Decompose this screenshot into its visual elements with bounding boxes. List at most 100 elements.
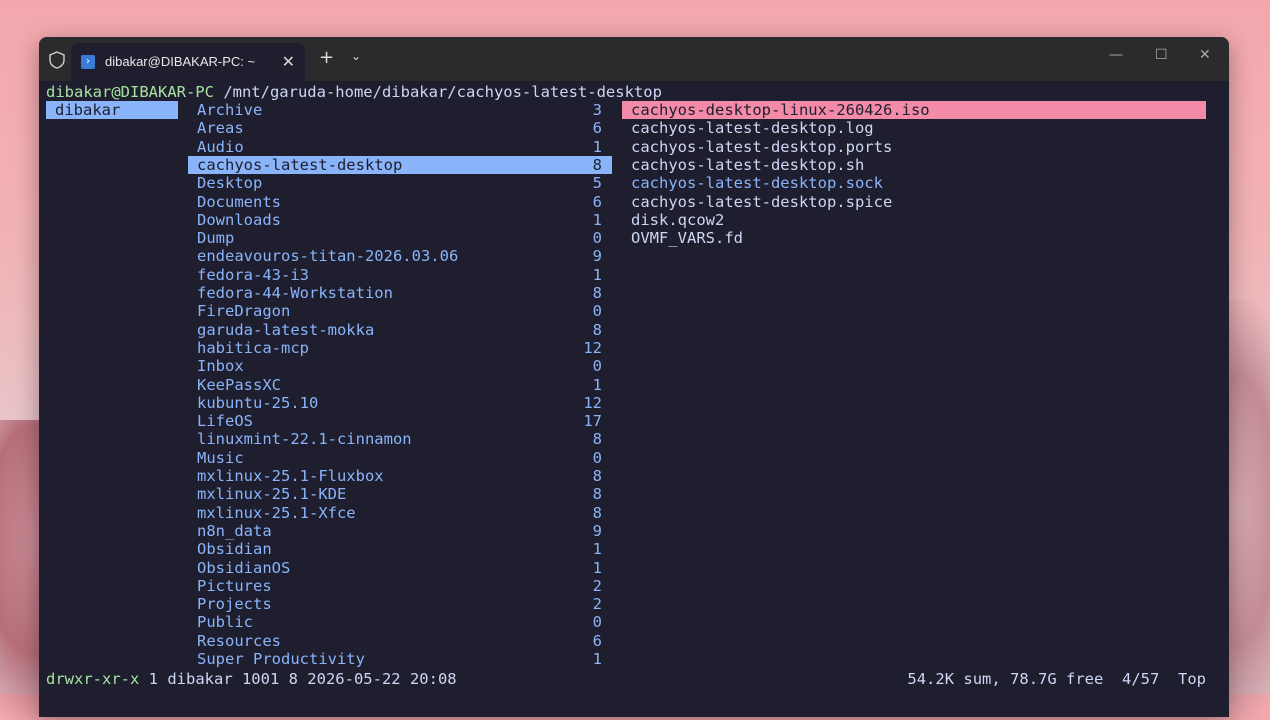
tab-terminal[interactable]: › dibakar@DIBAKAR-PC: ~ ✕ [71,43,305,81]
dir-name: mxlinux-25.1-Fluxbox [197,467,384,485]
item-count: 6 [592,119,602,138]
list-item[interactable]: Inbox 0 [188,357,612,375]
list-item[interactable]: Areas 6 [188,119,612,137]
item-count: 12 [583,338,602,357]
list-item[interactable]: n8n_data 9 [188,522,612,540]
dir-name: Obsidian [197,540,272,559]
file-info: 1 dibakar 1001 8 2026-05-22 20:08 [139,670,457,688]
list-item[interactable]: OVMF_VARS.fd [622,229,1206,247]
dir-name: mxlinux-25.1-KDE [197,485,347,504]
list-item[interactable]: cachyos-latest-desktop.sh [622,156,1206,174]
list-item[interactable]: Archive 3 [188,101,612,119]
list-item[interactable]: Downloads 1 [188,211,612,229]
dir-name: n8n_data [197,521,272,540]
list-item[interactable]: cachyos-desktop-linux-260426.iso [622,101,1206,120]
item-count: 8 [592,284,602,302]
list-item[interactable]: FireDragon 0 [188,302,612,320]
dir-name: Pictures [197,576,272,595]
item-count: 1 [592,375,602,394]
list-item[interactable]: ObsidianOS 1 [188,559,612,577]
list-item[interactable]: kubuntu-25.10 12 [188,394,612,412]
dir-name: habitica-mcp [197,338,309,357]
dir-name: Inbox [197,357,244,376]
item-count: 17 [583,412,602,431]
powershell-icon: › [81,55,95,69]
status-bar: drwxr-xr-x 1 dibakar 1001 8 2026-05-22 2… [46,670,1206,688]
dir-name: Audio [197,137,244,156]
item-count: 1 [592,137,602,156]
list-item[interactable]: cachyos-latest-desktop.ports [622,138,1206,156]
list-item[interactable]: cachyos-latest-desktop.sock [622,174,1206,192]
list-item[interactable]: Pictures 2 [188,577,612,595]
dir-name: ObsidianOS [197,558,291,577]
item-count: 2 [592,595,602,614]
list-item[interactable]: Dump 0 [188,229,612,247]
list-item[interactable]: fedora-44-Workstation 8 [188,284,612,302]
dir-name: mxlinux-25.1-Xfce [197,503,356,522]
list-item[interactable]: mxlinux-25.1-Fluxbox 8 [188,467,612,485]
dir-name: kubuntu-25.10 [197,393,319,412]
list-item[interactable]: Music 0 [188,449,612,467]
item-count: 1 [592,558,602,577]
terminal-content[interactable]: dibakar@DIBAKAR-PC /mnt/garuda-home/diba… [39,81,1229,717]
dir-name: Resources [197,631,281,650]
item-count: 2 [592,576,602,595]
item-count: 0 [592,229,602,248]
new-tab-button[interactable]: + [319,47,334,68]
list-item[interactable]: Obsidian 1 [188,540,612,558]
item-count: 9 [592,247,602,266]
dir-name: FireDragon [197,302,291,321]
list-item[interactable]: Super Productivity 1 [188,650,612,668]
dir-name: Super Productivity [197,650,365,668]
list-item[interactable]: mxlinux-25.1-KDE 8 [188,485,612,503]
dir-name: Dump [197,229,235,248]
dir-name: Documents [197,192,281,211]
tab-title: dibakar@DIBAKAR-PC: ~ [105,54,256,69]
item-count: 9 [592,521,602,540]
dir-name: linuxmint-22.1-cinnamon [197,430,412,449]
list-item[interactable]: linuxmint-22.1-cinnamon 8 [188,430,612,448]
tab-close-icon[interactable]: ✕ [282,52,295,71]
list-item[interactable]: cachyos-latest-desktop.spice [622,193,1206,211]
list-item[interactable]: Desktop 5 [188,174,612,192]
list-item[interactable]: Projects 2 [188,595,612,613]
list-item[interactable]: garuda-latest-mokka 8 [188,321,612,339]
maximize-button[interactable]: ☐ [1155,47,1168,63]
prompt-path: /mnt/garuda-home/dibakar/cachyos-latest-… [213,83,662,101]
item-count: 8 [592,430,602,449]
list-item[interactable]: LifeOS 17 [188,412,612,430]
list-item[interactable]: habitica-mcp 12 [188,339,612,357]
minimize-button[interactable]: — [1109,47,1123,63]
list-item[interactable]: Audio 1 [188,138,612,156]
item-count: 1 [592,210,602,229]
dir-name: LifeOS [197,412,253,431]
dir-name: Areas [197,119,244,138]
dir-name: Projects [197,595,272,614]
item-count: 8 [592,485,602,504]
status-summary: 54.2K sum, 78.7G free 4/57 Top [907,670,1206,688]
list-item[interactable]: endeavouros-titan-2026.03.06 9 [188,247,612,265]
item-count: 8 [592,467,602,485]
list-item[interactable]: cachyos-latest-desktop.log [622,119,1206,137]
list-item[interactable]: Documents 6 [188,193,612,211]
parent-dir-selected[interactable]: dibakar [46,101,178,120]
dir-name: Music [197,448,244,467]
item-count: 3 [592,101,602,119]
item-count: 8 [592,320,602,339]
list-item[interactable]: Resources 6 [188,632,612,650]
shield-icon [49,51,65,69]
item-count: 0 [592,613,602,632]
list-item[interactable]: Public 0 [188,613,612,631]
chevron-down-icon[interactable]: ⌄ [351,49,361,63]
dir-name: fedora-44-Workstation [197,284,393,302]
list-item[interactable]: disk.qcow2 [622,211,1206,229]
list-item[interactable]: mxlinux-25.1-Xfce 8 [188,504,612,522]
item-count: 8 [592,155,602,174]
item-count: 0 [592,357,602,376]
close-window-button[interactable]: ✕ [1199,47,1211,63]
prompt-user: dibakar@DIBAKAR-PC [46,83,214,101]
list-item[interactable]: KeePassXC 1 [188,376,612,394]
dir-name: endeavouros-titan-2026.03.06 [197,247,459,266]
list-item[interactable]: fedora-43-i3 1 [188,266,612,284]
list-item[interactable]: cachyos-latest-desktop 8 [188,155,612,175]
